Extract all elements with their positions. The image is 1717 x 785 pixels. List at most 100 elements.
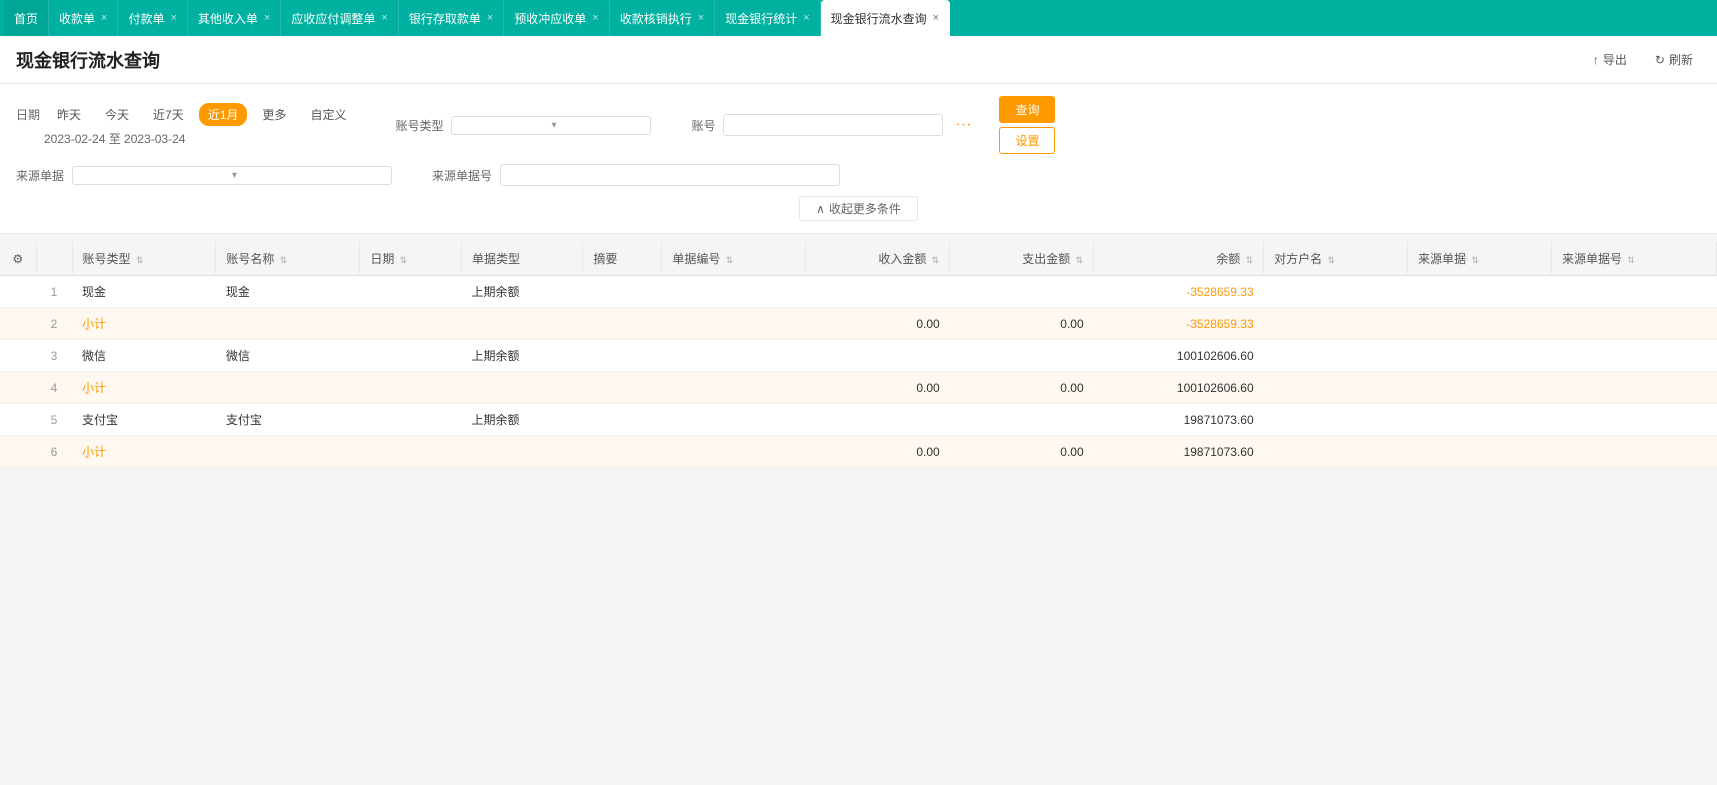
account-type-cell: 支付宝 (72, 404, 216, 436)
close-icon[interactable]: × (592, 12, 598, 24)
refresh-button[interactable]: ↻ 刷新 (1647, 47, 1701, 72)
date-btn-1month[interactable]: 近1月 (199, 103, 248, 126)
doc-num-cell (662, 308, 806, 340)
close-icon[interactable]: × (803, 12, 809, 24)
account-type-cell: 微信 (72, 340, 216, 372)
summary-cell (583, 436, 662, 468)
nav-tab-verify[interactable]: 收款核销执行 × (610, 0, 715, 36)
summary-cell (583, 404, 662, 436)
col-expense[interactable]: 支出金额 ⇅ (950, 242, 1094, 276)
account-name-cell (216, 372, 360, 404)
nav-tab-cashflow[interactable]: 现金银行流水查询 × (821, 0, 950, 36)
sort-icon: ⇅ (1327, 255, 1335, 265)
table-row: 5 支付宝 支付宝 上期余额 19871073.60 (0, 404, 1717, 436)
row-number: 6 (36, 436, 72, 468)
nav-tab-receipt[interactable]: 收款单 × (49, 0, 118, 36)
source-doc-num-cell (1551, 340, 1716, 372)
nav-tab-other-income[interactable]: 其他收入单 × (188, 0, 281, 36)
income-cell (806, 276, 950, 308)
source-doc-num-input[interactable] (500, 164, 840, 186)
source-doc-num-cell (1551, 436, 1716, 468)
row-number: 3 (36, 340, 72, 372)
sort-icon: ⇅ (932, 255, 940, 265)
counterparty-cell (1264, 340, 1408, 372)
doc-type-cell (462, 436, 583, 468)
source-doc-num-group: 来源单据号 (432, 164, 840, 186)
col-source-doc-num[interactable]: 来源单据号 ⇅ (1551, 242, 1716, 276)
income-cell: 0.00 (806, 436, 950, 468)
sort-icon: ⇅ (400, 255, 408, 265)
doc-num-cell (662, 372, 806, 404)
header-actions: ↑ 导出 ↻ 刷新 (1585, 47, 1701, 72)
nav-tab-verify-label: 收款核销执行 (620, 10, 692, 27)
collapse-button[interactable]: ∧ 收起更多条件 (799, 196, 918, 221)
query-button[interactable]: 查询 (999, 96, 1055, 123)
nav-tab-payment[interactable]: 付款单 × (118, 0, 187, 36)
date-btn-7days[interactable]: 近7天 (144, 103, 193, 126)
sort-icon: ⇅ (280, 255, 288, 265)
nav-tab-stats[interactable]: 现金银行统计 × (715, 0, 820, 36)
expense-cell: 0.00 (950, 372, 1094, 404)
account-type-cell: 小计 (72, 308, 216, 340)
account-type-select[interactable]: ▾ (451, 116, 651, 135)
close-icon[interactable]: × (933, 12, 939, 24)
export-button[interactable]: ↑ 导出 (1585, 47, 1635, 72)
gear-cell (0, 340, 36, 372)
close-icon[interactable]: × (698, 12, 704, 24)
doc-num-cell (662, 404, 806, 436)
close-icon[interactable]: × (170, 12, 176, 24)
account-input[interactable] (723, 114, 943, 136)
gear-column-header[interactable]: ⚙ (0, 242, 36, 276)
col-doc-num[interactable]: 单据编号 ⇅ (662, 242, 806, 276)
close-icon[interactable]: × (381, 12, 387, 24)
settings-button[interactable]: 设置 (999, 127, 1055, 154)
close-icon[interactable]: × (264, 12, 270, 24)
table-row: 3 微信 微信 上期余额 100102606.60 (0, 340, 1717, 372)
date-cell (360, 340, 462, 372)
expense-cell: 0.00 (950, 308, 1094, 340)
nav-tab-adjust-label: 应收应付调整单 (291, 10, 375, 27)
nav-tab-adjust[interactable]: 应收应付调整单 × (281, 0, 398, 36)
nav-tab-stats-label: 现金银行统计 (725, 10, 797, 27)
date-btn-today[interactable]: 今天 (96, 103, 138, 126)
summary-cell (583, 308, 662, 340)
nav-tab-home-label: 首页 (14, 10, 38, 27)
close-icon[interactable]: × (487, 12, 493, 24)
sort-icon: ⇅ (1076, 255, 1084, 265)
date-btn-more[interactable]: 更多 (253, 103, 295, 126)
nav-tab-prepaid-label: 预收冲应收单 (514, 10, 586, 27)
page-title: 现金银行流水查询 (16, 47, 160, 73)
summary-cell (583, 276, 662, 308)
income-cell (806, 404, 950, 436)
col-source-doc[interactable]: 来源单据 ⇅ (1408, 242, 1552, 276)
col-date[interactable]: 日期 ⇅ (360, 242, 462, 276)
nav-tab-home[interactable]: 首页 (4, 0, 49, 36)
table-header-row: ⚙ 账号类型 ⇅ 账号名称 ⇅ 日期 ⇅ 单据类型 摘要 单据编号 ⇅ 收入金额… (0, 242, 1717, 276)
col-counterparty[interactable]: 对方户名 ⇅ (1264, 242, 1408, 276)
balance-cell: 100102606.60 (1094, 372, 1264, 404)
account-name-cell: 微信 (216, 340, 360, 372)
chevron-down-icon: ▾ (551, 120, 642, 131)
expense-cell (950, 404, 1094, 436)
more-options-icon[interactable]: ··· (951, 116, 975, 134)
source-doc-select[interactable]: ▾ (72, 166, 392, 185)
close-icon[interactable]: × (101, 12, 107, 24)
sort-icon: ⇅ (1246, 255, 1254, 265)
col-balance[interactable]: 余额 ⇅ (1094, 242, 1264, 276)
nav-tab-prepaid[interactable]: 预收冲应收单 × (504, 0, 609, 36)
nav-tab-bank-deposit[interactable]: 银行存取款单 × (399, 0, 504, 36)
refresh-label: 刷新 (1669, 51, 1693, 68)
income-cell (806, 340, 950, 372)
col-doc-type: 单据类型 (462, 242, 583, 276)
col-income[interactable]: 收入金额 ⇅ (806, 242, 950, 276)
account-name-cell: 支付宝 (216, 404, 360, 436)
date-btn-custom[interactable]: 自定义 (301, 103, 355, 126)
table-row: 4 小计 0.00 0.00 100102606.60 (0, 372, 1717, 404)
col-account-name[interactable]: 账号名称 ⇅ (216, 242, 360, 276)
sort-icon: ⇅ (726, 255, 734, 265)
col-account-type[interactable]: 账号类型 ⇅ (72, 242, 216, 276)
date-btn-yesterday[interactable]: 昨天 (48, 103, 90, 126)
doc-type-cell (462, 372, 583, 404)
source-doc-group: 来源单据 ▾ (16, 166, 392, 185)
nav-tab-bank-deposit-label: 银行存取款单 (409, 10, 481, 27)
